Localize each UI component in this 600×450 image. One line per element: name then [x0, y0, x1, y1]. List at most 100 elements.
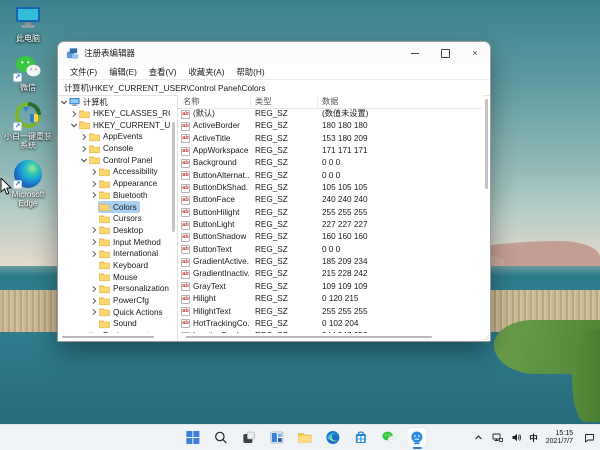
desktop-icon-wechat[interactable]: ↗微信	[2, 52, 54, 92]
registry-value-row-inactiveborder[interactable]: abInactiveBorderREG_SZ244 247 252	[178, 330, 483, 333]
registry-value-row-buttondkshad[interactable]: abButtonDkShad...REG_SZ105 105 105	[178, 182, 483, 194]
chevron-right-icon[interactable]	[90, 226, 98, 234]
list-horizontal-scrollbar[interactable]	[186, 336, 432, 338]
address-bar[interactable]: 计算机\HKEY_CURRENT_USER\Control Panel\Colo…	[58, 80, 490, 96]
taskbar-wechat-button[interactable]	[379, 428, 398, 447]
tree-item-appearance[interactable]: Appearance	[58, 178, 170, 190]
registry-value-row-activeborder[interactable]: abActiveBorderREG_SZ180 180 180	[178, 120, 483, 132]
registry-value-row-buttontext[interactable]: abButtonTextREG_SZ0 0 0	[178, 244, 483, 256]
tree-item-input-method[interactable]: Input Method	[58, 236, 170, 248]
value-type: REG_SZ	[255, 157, 288, 169]
registry-value-row-hottrackingco[interactable]: abHotTrackingCo...REG_SZ0 102 204	[178, 318, 483, 330]
column-divider[interactable]	[317, 96, 318, 107]
ime-indicator[interactable]: 中	[529, 432, 538, 444]
taskbar-start-button[interactable]	[183, 428, 202, 447]
taskbar-task-view-button[interactable]	[239, 428, 258, 447]
value-data: 109 109 109	[322, 281, 368, 293]
registry-value-row-hilight[interactable]: abHilightREG_SZ0 120 215	[178, 293, 483, 305]
desktop-icon-xiaobai[interactable]: ↗小白一键重装系统	[2, 101, 54, 150]
tree-item-cursors[interactable]: Cursors	[58, 213, 170, 225]
chevron-right-icon[interactable]	[80, 133, 88, 141]
chevron-right-icon[interactable]	[90, 238, 98, 246]
tree-item-keyboard[interactable]: Keyboard	[58, 260, 170, 272]
menu-f[interactable]: 文件(F)	[64, 66, 103, 78]
tree-item-control-panel[interactable]: Control Panel	[58, 154, 170, 166]
menu-h[interactable]: 帮助(H)	[230, 66, 270, 78]
registry-value-row-hilighttext[interactable]: abHilightTextREG_SZ255 255 255	[178, 306, 483, 318]
tree-item-hkey-classes-root[interactable]: HKEY_CLASSES_ROOT	[58, 108, 170, 120]
resize-grip[interactable]	[483, 334, 489, 340]
tree-item-accessibility[interactable]: Accessibility	[58, 166, 170, 178]
registry-value-row-gradientactive[interactable]: abGradientActive...REG_SZ185 209 234	[178, 256, 483, 268]
menu-a[interactable]: 收藏夹(A)	[183, 66, 231, 78]
chevron-right-icon[interactable]	[80, 145, 88, 153]
network-icon[interactable]	[491, 431, 504, 444]
menu-v[interactable]: 查看(V)	[143, 66, 183, 78]
clock[interactable]: 15:15 2021/7/7	[546, 430, 573, 446]
value-type: REG_SZ	[255, 281, 288, 293]
registry-value-row-buttonlight[interactable]: abButtonLightREG_SZ227 227 227	[178, 219, 483, 231]
volume-icon[interactable]	[510, 431, 523, 444]
chevron-right-icon[interactable]	[90, 285, 98, 293]
registry-value-list: ab(默认)REG_SZ(数值未设置)abActiveBorderREG_SZ1…	[178, 108, 483, 333]
column-header-name[interactable]: 名称	[183, 95, 199, 108]
tree-item-label: Cursors	[113, 214, 142, 223]
tree-item-desktop[interactable]: Desktop	[58, 225, 170, 237]
title-bar[interactable]: 注册表编辑器 ×	[58, 42, 490, 64]
chevron-right-icon[interactable]	[90, 180, 98, 188]
string-value-icon: ab	[181, 208, 190, 217]
menu-e[interactable]: 编辑(E)	[103, 66, 143, 78]
registry-value-row-buttonhilight[interactable]: abButtonHilightREG_SZ255 255 255	[178, 207, 483, 219]
chevron-right-icon[interactable]	[70, 110, 78, 118]
desktop-icon-this-pc[interactable]: 此电脑	[2, 3, 54, 43]
tree-item-appevents[interactable]: AppEvents	[58, 131, 170, 143]
registry-value-row-buttonalternat[interactable]: abButtonAlternat...REG_SZ0 0 0	[178, 170, 483, 182]
column-divider[interactable]	[250, 96, 251, 107]
tree-item-console[interactable]: Console	[58, 143, 170, 155]
tree-item-international[interactable]: International	[58, 248, 170, 260]
tree-item-colors[interactable]: Colors	[58, 201, 170, 213]
tree-horizontal-scrollbar[interactable]	[62, 336, 154, 338]
notification-center-icon[interactable]	[583, 431, 596, 444]
chevron-down-icon[interactable]	[80, 156, 88, 164]
list-vertical-scrollbar[interactable]	[485, 99, 488, 189]
tree-vertical-scrollbar[interactable]	[172, 122, 175, 232]
maximize-button[interactable]	[430, 42, 460, 64]
registry-value-row-buttonface[interactable]: abButtonFaceREG_SZ240 240 240	[178, 194, 483, 206]
registry-value-row-gradientinactiv[interactable]: abGradientInactiv...REG_SZ215 228 242	[178, 268, 483, 280]
taskbar-store-button[interactable]	[351, 428, 370, 447]
tree-item-personalization[interactable]: Personalization	[58, 283, 170, 295]
registry-value-row-buttonshadow[interactable]: abButtonShadowREG_SZ160 160 160	[178, 231, 483, 243]
registry-value-row-activetitle[interactable]: abActiveTitleREG_SZ153 180 209	[178, 133, 483, 145]
tree-item-computer[interactable]: 计算机	[58, 96, 170, 108]
tree-item-quick-actions[interactable]: Quick Actions	[58, 306, 170, 318]
taskbar-edge-button[interactable]	[323, 428, 342, 447]
column-header-type[interactable]: 类型	[255, 95, 271, 108]
chevron-right-icon[interactable]	[90, 297, 98, 305]
chevron-right-icon[interactable]	[90, 250, 98, 258]
taskbar-file-explorer-button[interactable]	[295, 428, 314, 447]
hidden-icons-chevron-icon[interactable]	[472, 431, 485, 444]
chevron-right-icon[interactable]	[90, 168, 98, 176]
tree-item-bluetooth[interactable]: Bluetooth	[58, 190, 170, 202]
edge-icon: ↗	[13, 159, 43, 189]
tree-item-sound[interactable]: Sound	[58, 318, 170, 330]
chevron-down-icon[interactable]	[70, 121, 78, 129]
tree-item-powercfg[interactable]: PowerCfg	[58, 295, 170, 307]
registry-value-row-background[interactable]: abBackgroundREG_SZ0 0 0	[178, 157, 483, 169]
tree-item-environment[interactable]: Environment	[58, 330, 170, 333]
close-button[interactable]: ×	[460, 42, 490, 64]
column-header-data[interactable]: 数据	[322, 95, 338, 108]
chevron-right-icon[interactable]	[90, 308, 98, 316]
registry-value-row-graytext[interactable]: abGrayTextREG_SZ109 109 109	[178, 281, 483, 293]
registry-value-row-appworkspace[interactable]: abAppWorkspaceREG_SZ171 171 171	[178, 145, 483, 157]
taskbar-search-button[interactable]	[211, 428, 230, 447]
taskbar-widgets-button[interactable]	[267, 428, 286, 447]
chevron-right-icon[interactable]	[90, 191, 98, 199]
chevron-down-icon[interactable]	[60, 98, 68, 106]
taskbar-xiaobai-button[interactable]	[407, 428, 426, 447]
tree-item-mouse[interactable]: Mouse	[58, 271, 170, 283]
registry-value-row-item-0[interactable]: ab(默认)REG_SZ(数值未设置)	[178, 108, 483, 120]
minimize-button[interactable]	[400, 42, 430, 64]
tree-item-hkey-current-user[interactable]: HKEY_CURRENT_USER	[58, 119, 170, 131]
